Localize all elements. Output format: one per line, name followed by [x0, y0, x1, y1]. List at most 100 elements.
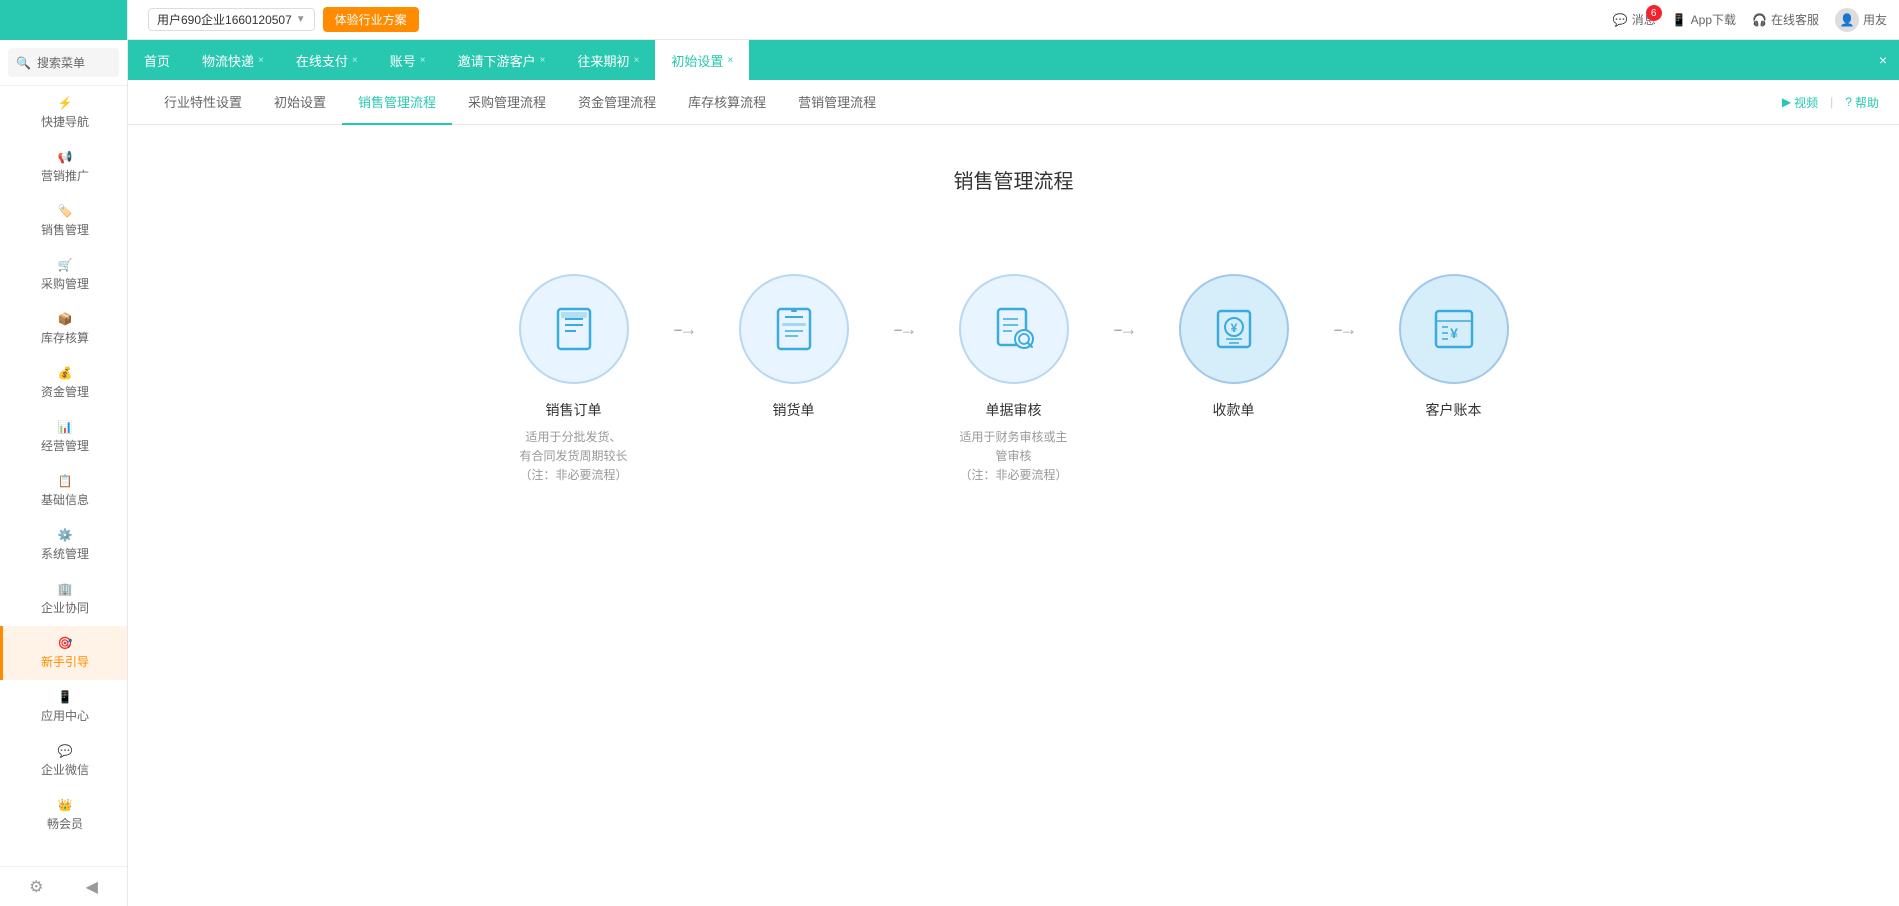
sales-icon: 🏷️	[58, 204, 73, 218]
sidebar-item-inventory[interactable]: 📦 库存核算	[0, 302, 127, 356]
arrow-icon: - - →	[1314, 274, 1374, 340]
sidebar-item-label: 基础信息	[41, 491, 89, 508]
sales-order-icon[interactable]	[519, 274, 629, 384]
close-icon[interactable]: ×	[352, 55, 358, 66]
app-download-item[interactable]: 📱 App下载	[1672, 11, 1736, 28]
sidebar-item-wechat[interactable]: 💬 企业微信	[0, 734, 127, 788]
collapse-icon[interactable]: ◀	[86, 877, 98, 897]
arrow-icon: - - →	[874, 274, 934, 340]
tab-logistics[interactable]: 物流快递 ×	[186, 40, 280, 80]
close-icon[interactable]: ×	[727, 55, 733, 66]
top-header: 畅 畅康通好生意 标准版 用户690企业1660120507 ▼ 体验行业方案 …	[0, 0, 1899, 40]
sidebar-item-system[interactable]: ⚙️ 系统管理	[0, 518, 127, 572]
arrow-icon: - - →	[654, 274, 714, 340]
sidebar-item-enterprise[interactable]: 🏢 企业协同	[0, 572, 127, 626]
subtab-init[interactable]: 初始设置	[258, 80, 342, 125]
customer-account-icon[interactable]: ¥	[1399, 274, 1509, 384]
messages-badge: 6	[1646, 5, 1662, 21]
step-label: 销售订单	[546, 400, 602, 420]
close-icon[interactable]: ×	[540, 55, 546, 66]
search-icon: 🔍	[16, 56, 31, 70]
invoice-icon[interactable]	[739, 274, 849, 384]
nav-global-close-icon: ×	[1879, 52, 1887, 68]
sidebar-item-apps[interactable]: 📱 应用中心	[0, 680, 127, 734]
audit-icon[interactable]	[959, 274, 1069, 384]
tab-payment[interactable]: 在线支付 ×	[280, 40, 374, 80]
nav-close-btn[interactable]: ×	[1867, 40, 1899, 80]
close-icon[interactable]: ×	[420, 55, 426, 66]
avatar: 👤	[1835, 8, 1859, 32]
flow-step-receipt: ¥ 收款单	[1154, 274, 1314, 428]
tab-payment-label: 在线支付	[296, 51, 348, 70]
tab-account-label: 账号	[390, 51, 416, 70]
sidebar-item-member[interactable]: 👑 畅会员	[0, 788, 127, 842]
sidebar-item-label: 资金管理	[41, 383, 89, 400]
sidebar-item-operations[interactable]: 📊 经营管理	[0, 410, 127, 464]
svg-text:¥: ¥	[1450, 325, 1458, 341]
arrow-icon: - - →	[1094, 274, 1154, 340]
customer-service-item[interactable]: 🎧 在线客服	[1752, 11, 1819, 28]
message-icon: 💬	[1613, 13, 1628, 27]
step-desc: 适用于财务审核或主管审核（注：非必要流程）	[959, 428, 1067, 486]
tab-home[interactable]: 首页	[128, 40, 186, 80]
close-icon[interactable]: ×	[258, 55, 264, 66]
step-desc: 适用于分批发货、有合同发货周期较长（注：非必要流程）	[519, 428, 627, 486]
flow-step-customer-account: ¥ 客户账本	[1374, 274, 1534, 428]
sidebar-item-finance[interactable]: 💰 资金管理	[0, 356, 127, 410]
customer-service-label: 在线客服	[1771, 11, 1819, 28]
tab-home-label: 首页	[144, 51, 170, 70]
sidebar-item-marketing[interactable]: 📢 营销推广	[0, 140, 127, 194]
sidebar-item-purchase[interactable]: 🛒 采购管理	[0, 248, 127, 302]
sidebar: 🔍 搜索菜单 ⚡ 快捷导航 📢 营销推广 🏷️ 销售管理 🛒 采购管理 📦 库存…	[0, 0, 128, 906]
header-right: 💬 消息 6 📱 App下载 🎧 在线客服 👤 用友	[1613, 8, 1887, 32]
apps-icon: 📱	[58, 690, 73, 704]
purchase-icon: 🛒	[58, 258, 73, 272]
tab-invite-label: 邀请下游客户	[458, 51, 536, 70]
search-menu-btn[interactable]: 🔍 搜索菜单	[8, 48, 119, 77]
sidebar-search: 🔍 搜索菜单	[0, 40, 127, 86]
subtab-sales-flow[interactable]: 销售管理流程	[342, 80, 452, 125]
messages-item[interactable]: 💬 消息 6	[1613, 11, 1656, 28]
sidebar-item-quick-nav[interactable]: ⚡ 快捷导航	[0, 86, 127, 140]
subtab-purchase-flow[interactable]: 采购管理流程	[452, 80, 562, 125]
trial-btn[interactable]: 体验行业方案	[323, 7, 419, 32]
headset-icon: 🎧	[1752, 13, 1767, 27]
enterprise-icon: 🏢	[58, 582, 73, 596]
page-title: 销售管理流程	[148, 165, 1879, 194]
step-label: 销货单	[773, 400, 815, 420]
operations-icon: 📊	[58, 420, 73, 434]
receipt-icon[interactable]: ¥	[1179, 274, 1289, 384]
user-menu-item[interactable]: 👤 用友	[1835, 8, 1887, 32]
tab-init[interactable]: 初始设置 ×	[655, 40, 749, 80]
wechat-icon: 💬	[58, 744, 73, 758]
sidebar-item-label: 经营管理	[41, 437, 89, 454]
subtab-inventory-flow[interactable]: 库存核算流程	[672, 80, 782, 125]
step-label: 单据审核	[986, 400, 1042, 420]
system-icon: ⚙️	[58, 528, 73, 542]
chevron-down-icon: ▼	[296, 14, 306, 25]
user-menu-label: 用友	[1863, 11, 1887, 28]
subtab-capital-flow[interactable]: 资金管理流程	[562, 80, 672, 125]
subtab-industry[interactable]: 行业特性设置	[148, 80, 258, 125]
video-icon: ▶	[1782, 95, 1791, 109]
sidebar-item-newbie[interactable]: 🎯 新手引导	[0, 626, 127, 680]
sidebar-item-label: 畅会员	[47, 815, 83, 832]
step-label: 客户账本	[1426, 400, 1482, 420]
quick-nav-icon: ⚡	[58, 96, 73, 110]
sidebar-item-label: 企业协同	[41, 599, 89, 616]
user-selector[interactable]: 用户690企业1660120507 ▼	[148, 8, 315, 31]
sidebar-item-sales[interactable]: 🏷️ 销售管理	[0, 194, 127, 248]
subtab-marketing-flow[interactable]: 营销管理流程	[782, 80, 892, 125]
tab-period[interactable]: 往来期初 ×	[561, 40, 655, 80]
tab-init-label: 初始设置	[671, 51, 723, 70]
settings-icon[interactable]: ⚙	[29, 877, 43, 897]
flow-step-audit: 单据审核 适用于财务审核或主管审核（注：非必要流程）	[934, 274, 1094, 486]
tab-account[interactable]: 账号 ×	[374, 40, 442, 80]
tab-invite[interactable]: 邀请下游客户 ×	[442, 40, 562, 80]
video-link[interactable]: ▶ 视频	[1782, 94, 1818, 111]
close-icon[interactable]: ×	[633, 55, 639, 66]
sidebar-item-label: 库存核算	[41, 329, 89, 346]
help-link[interactable]: ? 帮助	[1845, 94, 1879, 111]
main-content: 行业特性设置 初始设置 销售管理流程 采购管理流程 资金管理流程 库存核算流程 …	[128, 80, 1899, 906]
sidebar-item-basic[interactable]: 📋 基础信息	[0, 464, 127, 518]
